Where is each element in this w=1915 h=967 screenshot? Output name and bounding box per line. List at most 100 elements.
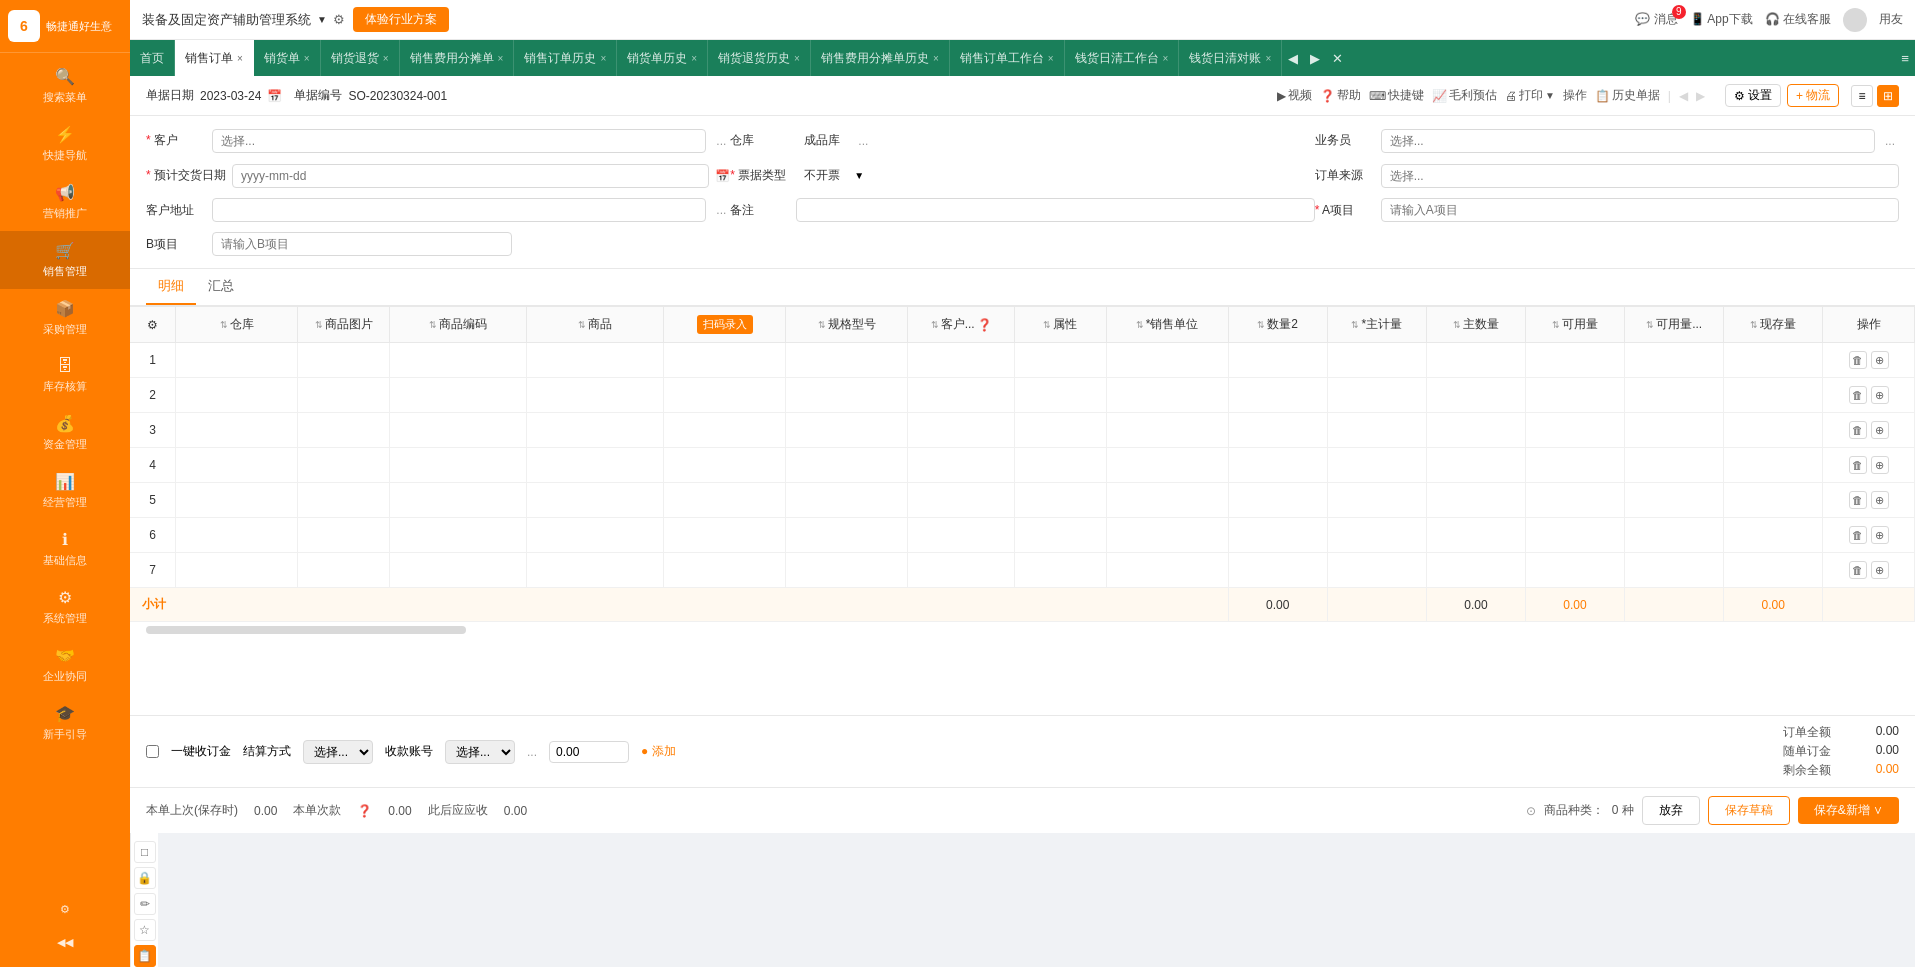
row-qty2[interactable]: [1228, 553, 1327, 588]
sidebar-item-sales[interactable]: 🛒 销售管理: [0, 231, 130, 289]
sidebar-item-cooperation[interactable]: 🤝 企业协同: [0, 636, 130, 694]
tab-home[interactable]: 首页: [130, 40, 175, 76]
tab-close-icon[interactable]: ×: [383, 53, 389, 64]
tab-sales-fee[interactable]: 销售费用分摊单 ×: [400, 40, 515, 76]
row-customer-code[interactable]: [908, 343, 1015, 378]
row-main-qty[interactable]: [1426, 378, 1525, 413]
row-main-unit[interactable]: [1327, 518, 1426, 553]
row-code[interactable]: [389, 413, 526, 448]
tab-next-btn[interactable]: ▶: [1304, 40, 1326, 76]
row-code[interactable]: [389, 343, 526, 378]
save-draft-button[interactable]: 保存草稿: [1708, 796, 1790, 825]
amount-input[interactable]: [549, 741, 629, 763]
profit-link[interactable]: 📈 毛利预估: [1432, 87, 1497, 104]
tab-receipt-history[interactable]: 销货单历史 ×: [617, 40, 708, 76]
tab-close-icon[interactable]: ×: [691, 53, 697, 64]
row-copy-btn[interactable]: ⊕: [1871, 386, 1889, 404]
tab-close-icon[interactable]: ×: [498, 53, 504, 64]
list-view-btn[interactable]: ≡: [1851, 85, 1873, 107]
row-unit[interactable]: [1106, 518, 1228, 553]
row-unit[interactable]: [1106, 413, 1228, 448]
tab-order-workbench[interactable]: 销售订单工作台 ×: [950, 40, 1065, 76]
sidebar-item-tutorial[interactable]: 🎓 新手引导: [0, 694, 130, 752]
row-copy-btn[interactable]: ⊕: [1871, 351, 1889, 369]
tab-cash-reconcile[interactable]: 钱货日清对账 ×: [1179, 40, 1282, 76]
row-qty2[interactable]: [1228, 518, 1327, 553]
row-qty2[interactable]: [1228, 413, 1327, 448]
row-spec[interactable]: [786, 553, 908, 588]
row-copy-btn[interactable]: ⊕: [1871, 491, 1889, 509]
tab-cash-workbench[interactable]: 钱货日清工作台 ×: [1065, 40, 1180, 76]
row-qty2[interactable]: [1228, 343, 1327, 378]
salesperson-input[interactable]: [1381, 129, 1875, 153]
calendar-icon[interactable]: 📅: [267, 89, 282, 103]
row-attr[interactable]: [1015, 343, 1107, 378]
row-qty2[interactable]: [1228, 483, 1327, 518]
row-main-unit[interactable]: [1327, 553, 1426, 588]
calendar-icon[interactable]: 📅: [715, 169, 730, 183]
row-warehouse[interactable]: [176, 413, 298, 448]
row-main-qty[interactable]: [1426, 553, 1525, 588]
tab-close-icon[interactable]: ×: [933, 53, 939, 64]
operate-link[interactable]: 操作: [1563, 87, 1587, 104]
row-main-unit[interactable]: [1327, 378, 1426, 413]
row-warehouse[interactable]: [176, 553, 298, 588]
row-attr[interactable]: [1015, 553, 1107, 588]
row-attr[interactable]: [1015, 413, 1107, 448]
b-project-input[interactable]: [212, 232, 512, 256]
sidebar-item-search[interactable]: 🔍 搜索菜单: [0, 57, 130, 115]
help-link[interactable]: ❓ 帮助: [1320, 87, 1361, 104]
sidebar-item-shortcut[interactable]: ⚡ 快捷导航: [0, 115, 130, 173]
row-attr[interactable]: [1015, 378, 1107, 413]
customer-expand-icon[interactable]: ...: [712, 134, 730, 148]
row-warehouse[interactable]: [176, 378, 298, 413]
account-select[interactable]: 选择...: [445, 740, 515, 764]
row-delete-btn[interactable]: 🗑: [1849, 421, 1867, 439]
row-customer-code[interactable]: [908, 483, 1015, 518]
row-product[interactable]: [527, 378, 664, 413]
shortcut-link[interactable]: ⌨ 快捷键: [1369, 87, 1424, 104]
row-delete-btn[interactable]: 🗑: [1849, 351, 1867, 369]
row-attr[interactable]: [1015, 483, 1107, 518]
right-panel-btn-2[interactable]: 🔒: [134, 867, 156, 889]
history-link[interactable]: 📋 历史单据: [1595, 87, 1660, 104]
tab-menu-btn[interactable]: ≡: [1895, 40, 1915, 76]
order-source-input[interactable]: [1381, 164, 1899, 188]
row-qty2[interactable]: [1228, 448, 1327, 483]
sidebar-item-operations[interactable]: 📊 经营管理: [0, 462, 130, 520]
delivery-date-input[interactable]: [232, 164, 709, 188]
gear-settings-icon[interactable]: ⚙: [333, 12, 345, 27]
salesperson-expand-icon[interactable]: ...: [1881, 134, 1899, 148]
remark-input[interactable]: [796, 198, 1314, 222]
tab-fee-history[interactable]: 销售费用分摊单历史 ×: [811, 40, 950, 76]
row-spec[interactable]: [786, 413, 908, 448]
row-unit[interactable]: [1106, 483, 1228, 518]
row-customer-code[interactable]: [908, 448, 1015, 483]
row-copy-btn[interactable]: ⊕: [1871, 561, 1889, 579]
customer-input[interactable]: [212, 129, 706, 153]
sidebar-item-inventory[interactable]: 🗄 库存核算: [0, 347, 130, 404]
sidebar-item-purchase[interactable]: 📦 采购管理: [0, 289, 130, 347]
warehouse-expand-icon[interactable]: ...: [854, 134, 872, 148]
tab-sales-order[interactable]: 销售订单 ×: [175, 40, 254, 76]
row-unit[interactable]: [1106, 553, 1228, 588]
row-delete-btn[interactable]: 🗑: [1849, 526, 1867, 544]
row-copy-btn[interactable]: ⊕: [1871, 456, 1889, 474]
tab-close-all-btn[interactable]: ✕: [1326, 40, 1349, 76]
row-main-qty[interactable]: [1426, 518, 1525, 553]
tab-close-icon[interactable]: ×: [237, 53, 243, 64]
row-spec[interactable]: [786, 483, 908, 518]
sidebar-item-marketing[interactable]: 📢 营销推广: [0, 173, 130, 231]
row-customer-code[interactable]: [908, 518, 1015, 553]
tab-close-icon[interactable]: ×: [304, 53, 310, 64]
tab-detail[interactable]: 明细: [146, 269, 196, 305]
dots-icon[interactable]: ...: [527, 745, 537, 759]
tab-close-icon[interactable]: ×: [1163, 53, 1169, 64]
row-customer-code[interactable]: [908, 413, 1015, 448]
scan-btn[interactable]: 扫码录入: [697, 315, 753, 334]
industry-btn[interactable]: 体验行业方案: [353, 7, 449, 32]
right-panel-btn-1[interactable]: □: [134, 841, 156, 863]
horizontal-scrollbar[interactable]: [130, 622, 1915, 638]
row-customer-code[interactable]: [908, 378, 1015, 413]
sidebar-item-basics[interactable]: ℹ 基础信息: [0, 520, 130, 578]
